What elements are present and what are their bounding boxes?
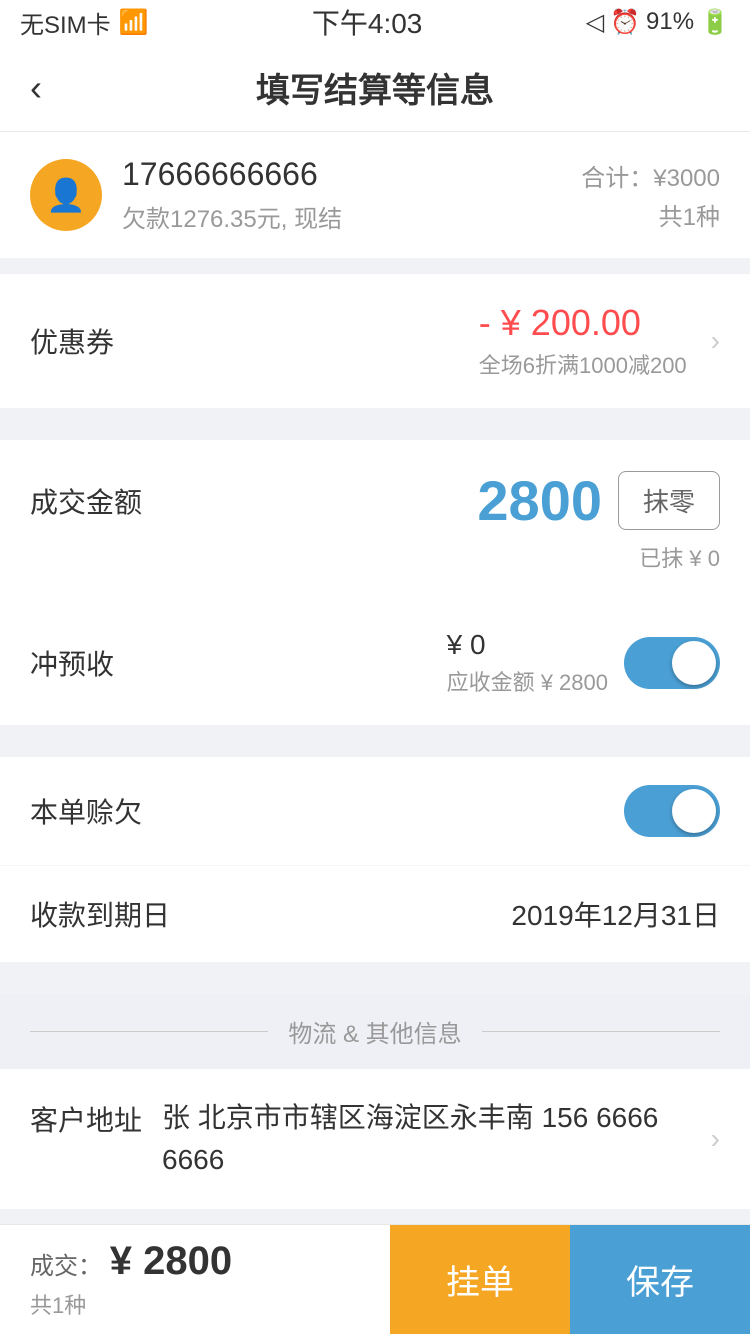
bottom-deal-row: 成交： ¥ 2800 — [30, 1239, 360, 1284]
status-time: 下午4:03 — [312, 2, 423, 42]
customer-subtext: 欠款1276.35元, 现结 — [122, 199, 342, 234]
deal-amount-section: 成交金额 2800 抹零 已抹 ¥ 0 冲预收 ¥ 0 应收金额 ¥ 2800 — [0, 440, 750, 725]
amount-right: 2800 抹零 — [477, 468, 720, 533]
battery-text: 91% — [646, 8, 694, 36]
bottom-info: 成交： ¥ 2800 共1种 — [0, 1239, 390, 1320]
bottom-count: 共1种 — [30, 1288, 360, 1320]
avatar-icon: 👤 — [46, 176, 86, 214]
prepay-toggle[interactable] — [624, 637, 720, 689]
total-label: 合计：¥3000 — [581, 158, 720, 193]
deal-amount-value: 2800 — [477, 468, 602, 533]
due-date-value: 2019年12月31日 — [511, 894, 720, 934]
coupon-discount: - ¥ 200.00 — [479, 302, 687, 344]
customer-info: 17666666666 欠款1276.35元, 现结 — [122, 156, 342, 234]
debt-toggle-knob — [672, 789, 716, 833]
battery-icon: 🔋 — [700, 8, 730, 37]
save-button[interactable]: 保存 — [570, 1225, 750, 1334]
avatar: 👤 — [30, 159, 102, 231]
debt-row: 本单赊欠 — [0, 757, 750, 866]
customer-section: 👤 17666666666 欠款1276.35元, 现结 合计：¥3000 共1… — [0, 132, 750, 258]
address-content: 张 北京市市辖区海淀区永丰南 156 6666 6666 — [162, 1097, 703, 1181]
page-title: 填写结算等信息 — [256, 63, 494, 112]
due-date-right: 2019年12月31日 — [511, 894, 720, 934]
divider-line-right — [482, 1031, 720, 1032]
customer-phone: 17666666666 — [122, 156, 342, 193]
total-count: 共1种 — [581, 197, 720, 232]
coupon-section: 优惠券 - ¥ 200.00 全场6折满1000减200 › — [0, 274, 750, 408]
toggle-knob — [672, 641, 716, 685]
alarm-icon: ⏰ — [610, 8, 640, 37]
status-left: 无SIM卡 📶 — [20, 5, 149, 40]
coupon-chevron: › — [711, 325, 720, 357]
coupon-label: 优惠券 — [30, 321, 114, 361]
amount-row: 成交金额 2800 抹零 — [0, 440, 750, 541]
main-content: 👤 17666666666 欠款1276.35元, 现结 合计：¥3000 共1… — [0, 132, 750, 1329]
prepay-right: ¥ 0 应收金额 ¥ 2800 — [447, 629, 720, 697]
location-icon: ◁ — [586, 8, 604, 37]
customer-right: 合计：¥3000 共1种 — [581, 158, 720, 232]
address-section[interactable]: 客户地址 张 北京市市辖区海淀区永丰南 156 6666 6666 › — [0, 1069, 750, 1209]
total-amount: ¥3000 — [653, 165, 720, 192]
coupon-description: 全场6折满1000减200 — [479, 348, 687, 380]
prepay-amount: ¥ 0 — [447, 629, 608, 661]
logistics-divider: 物流 & 其他信息 — [0, 994, 750, 1069]
pending-button[interactable]: 挂单 — [390, 1225, 570, 1334]
status-bar: 无SIM卡 📶 下午4:03 ◁ ⏰ 91% 🔋 — [0, 0, 750, 44]
status-right: ◁ ⏰ 91% 🔋 — [586, 8, 730, 37]
debt-toggle[interactable] — [624, 785, 720, 837]
prepay-sub: 应收金额 ¥ 2800 — [447, 665, 608, 697]
customer-left: 👤 17666666666 欠款1276.35元, 现结 — [30, 156, 342, 234]
debt-label: 本单赊欠 — [30, 791, 142, 831]
address-chevron: › — [711, 1123, 720, 1155]
prepay-label: 冲预收 — [30, 643, 114, 683]
address-label: 客户地址 — [30, 1099, 142, 1139]
due-date-label: 收款到期日 — [30, 894, 170, 934]
divider-label-text: 物流 & 其他信息 — [288, 1014, 461, 1049]
divider-line-left — [30, 1031, 268, 1032]
amount-sub: 已抹 ¥ 0 — [0, 541, 750, 601]
round-button[interactable]: 抹零 — [618, 471, 720, 530]
prepay-row: 冲预收 ¥ 0 应收金额 ¥ 2800 — [0, 601, 750, 725]
bottom-deal-label: 成交： — [30, 1253, 102, 1280]
debt-section: 本单赊欠 收款到期日 2019年12月31日 — [0, 757, 750, 962]
deal-amount-label: 成交金额 — [30, 481, 142, 521]
divider-1 — [0, 424, 750, 440]
divider-2 — [0, 741, 750, 757]
due-date-row: 收款到期日 2019年12月31日 — [0, 866, 750, 962]
coupon-right: - ¥ 200.00 全场6折满1000减200 › — [479, 302, 720, 380]
wifi-icon: 📶 — [119, 8, 149, 37]
bottom-amount: ¥ 2800 — [110, 1239, 232, 1283]
debt-right — [624, 785, 720, 837]
divider-3 — [0, 978, 750, 994]
carrier-text: 无SIM卡 — [20, 5, 111, 40]
nav-bar: ‹ 填写结算等信息 — [0, 44, 750, 132]
bottom-bar: 成交： ¥ 2800 共1种 挂单 保存 — [0, 1224, 750, 1334]
coupon-row[interactable]: 优惠券 - ¥ 200.00 全场6折满1000减200 › — [0, 274, 750, 408]
back-button[interactable]: ‹ — [30, 67, 42, 109]
